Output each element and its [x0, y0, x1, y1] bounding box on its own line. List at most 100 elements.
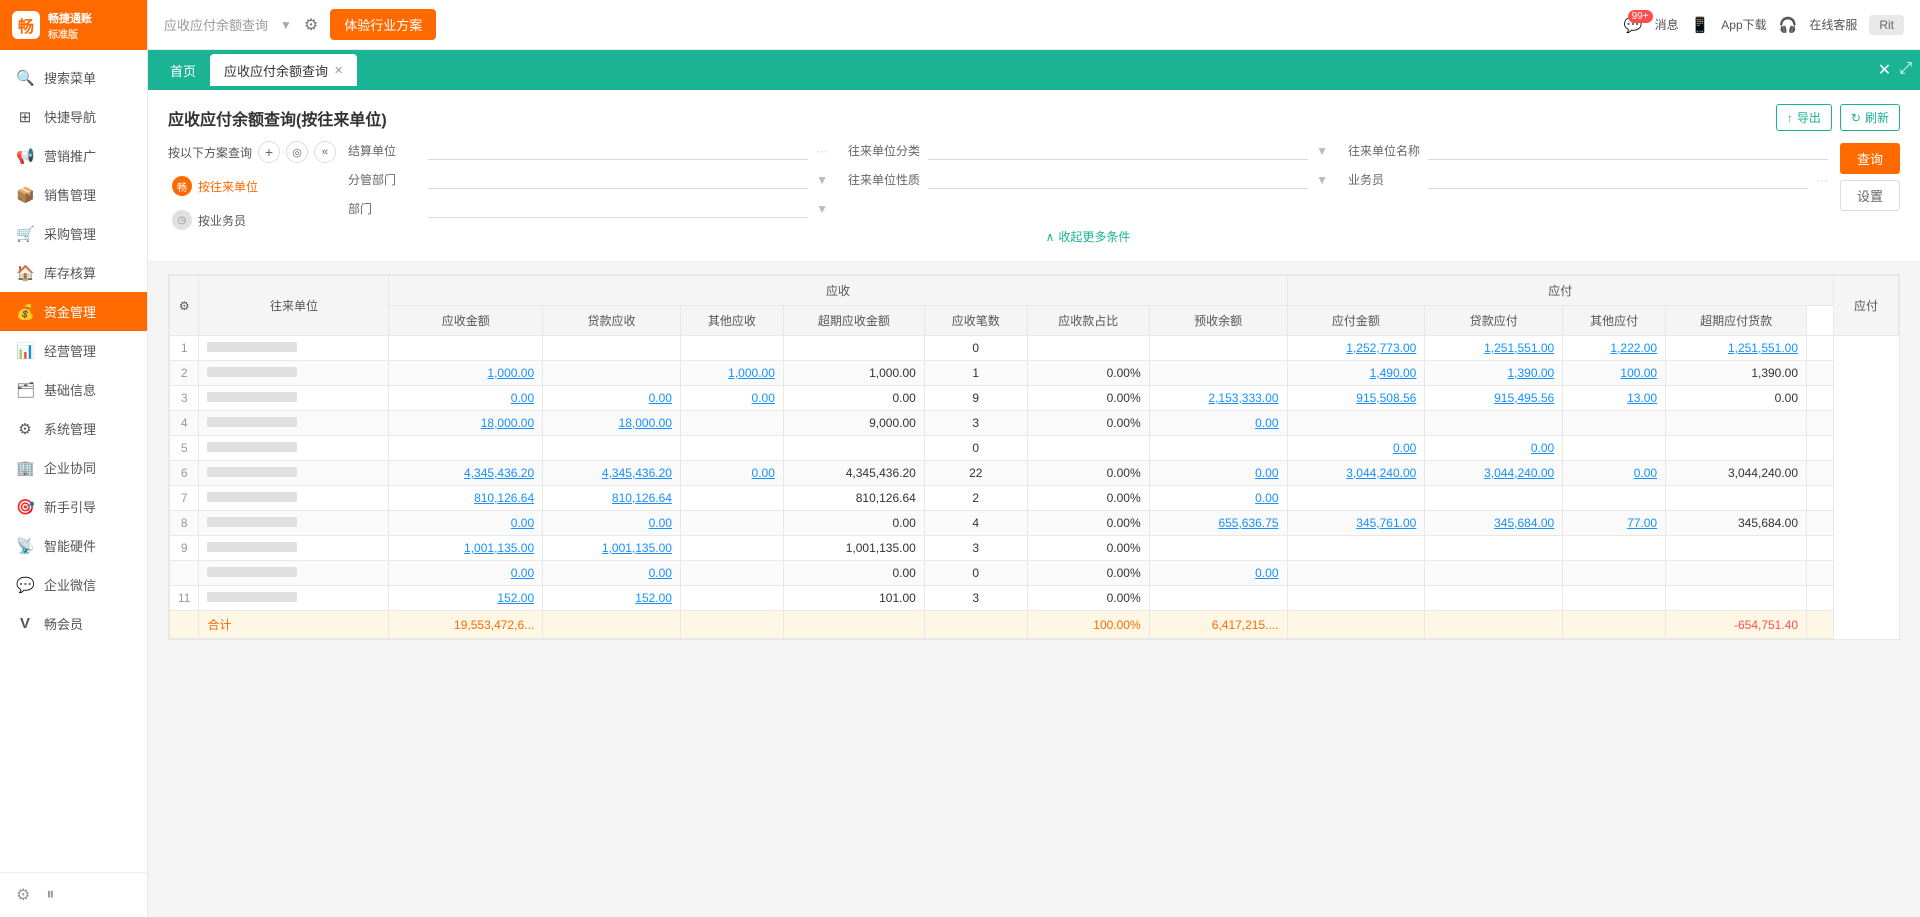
sidebar-item-hardware[interactable]: 📡 智能硬件 [0, 526, 147, 565]
settlement-unit-dots[interactable]: ··· [816, 144, 828, 158]
filter-salesperson: 业务员 ··· [1348, 170, 1828, 189]
query-option-by-unit[interactable]: 畅 按往来单位 [168, 171, 336, 201]
query-buttons: 查询 设置 [1840, 141, 1900, 211]
unit-nature-arrow-icon[interactable]: ▼ [1316, 173, 1328, 187]
row-ap-loan-9 [1425, 536, 1563, 561]
tab-home[interactable]: 首页 [156, 54, 210, 86]
topbar-dropdown-icon[interactable]: ▼ [280, 18, 292, 32]
topbar-gear-icon[interactable]: ⚙ [304, 15, 318, 35]
sidebar-item-member[interactable]: V 畅会员 [0, 604, 147, 643]
row-unit-10 [199, 561, 389, 586]
sidebar-menu: 🔍 搜索菜单 ⊞ 快捷导航 📢 营销推广 📦 销售管理 🛒 采购管理 🏠 库存核… [0, 50, 147, 872]
filter-add-button[interactable]: + [258, 141, 280, 163]
salesperson-input[interactable] [1428, 170, 1808, 189]
filter-collapse-button[interactable]: « [314, 141, 336, 163]
row-unit-6 [199, 461, 389, 486]
row-ap-other-8: 77.00 [1563, 511, 1666, 536]
row-ar-count-5: 0 [924, 436, 1027, 461]
collapse-sidebar-icon[interactable]: ⏸ [46, 886, 54, 904]
row-ap-other-11 [1563, 586, 1666, 611]
sidebar-item-marketing[interactable]: 📢 营销推广 [0, 136, 147, 175]
main-area: 应收应付余额查询 ▼ ⚙ 体验行业方案 💬 99+ 消息 📱 App下载 🎧 在… [148, 0, 1920, 917]
sidebar-item-guide[interactable]: 🎯 新手引导 [0, 487, 147, 526]
row-ar-amount-7: 810,126.64 [389, 486, 543, 511]
dept-supervisor-arrow-icon[interactable]: ▼ [816, 173, 828, 187]
sidebar-item-search[interactable]: 🔍 搜索菜单 [0, 58, 147, 97]
export-button[interactable]: ↑ 导出 [1776, 104, 1832, 131]
row-ap-amount-3: 915,508.56 [1287, 386, 1425, 411]
logo-text: 畅捷通账 标准版 [48, 10, 92, 41]
unit-category-input[interactable] [928, 141, 1308, 160]
footer-label: 合计 [199, 611, 389, 639]
row-ar-loan-1 [543, 336, 681, 361]
row-ar-count-1: 0 [924, 336, 1027, 361]
row-ap-other-6: 0.00 [1563, 461, 1666, 486]
refresh-icon: ↻ [1851, 111, 1861, 125]
sidebar-item-operations[interactable]: 📊 经营管理 [0, 331, 147, 370]
settings-bottom-icon[interactable]: ⚙ [16, 885, 30, 905]
sidebar-item-base[interactable]: 🗂 基础信息 [0, 370, 147, 409]
row-ar-ratio-6: 0.00% [1027, 461, 1149, 486]
tab-maximize-button[interactable]: ⤢ [1899, 60, 1912, 80]
nav-icon: ⊞ [16, 108, 34, 126]
plan-button[interactable]: 体验行业方案 [330, 9, 436, 40]
filter-setting-button[interactable]: ◎ [286, 141, 308, 163]
app-download-label[interactable]: App下载 [1721, 16, 1766, 33]
dept-supervisor-input[interactable] [428, 170, 808, 189]
sidebar-item-capital[interactable]: 💰 资金管理 [0, 292, 147, 331]
filter-label: 按以下方案查询 [168, 144, 252, 161]
salesperson-label: 业务员 [1348, 171, 1420, 188]
sidebar-item-inventory[interactable]: 🏠 库存核算 [0, 253, 147, 292]
sidebar-item-corp[interactable]: 🏢 企业协同 [0, 448, 147, 487]
dept-arrow-icon[interactable]: ▼ [816, 202, 828, 216]
col-ap2-header: 应付 [1833, 276, 1898, 336]
row-ap-overdue-4 [1666, 411, 1807, 436]
sidebar-item-system[interactable]: ⚙ 系统管理 [0, 409, 147, 448]
collapse-more-conditions[interactable]: ∧ 收起更多条件 [348, 224, 1828, 249]
row-ar-amount-2: 1,000.00 [389, 361, 543, 386]
row-ap-loan-4 [1425, 411, 1563, 436]
row-ap-overdue-11 [1666, 586, 1807, 611]
tab-close-icon[interactable]: ✕ [334, 64, 343, 77]
salesperson-dots[interactable]: ··· [1816, 173, 1828, 187]
row-ar-amount-9: 1,001,135.00 [389, 536, 543, 561]
unit-nature-input[interactable] [928, 170, 1308, 189]
dept-input[interactable] [428, 199, 808, 218]
settlement-unit-input[interactable] [428, 141, 808, 160]
unit-name-label: 往来单位名称 [1348, 142, 1420, 159]
row-ap-overdue-6: 3,044,240.00 [1666, 461, 1807, 486]
query-button[interactable]: 查询 [1840, 143, 1900, 174]
service-icon[interactable]: 🎧 [1779, 16, 1798, 34]
row-prepay-1 [1149, 336, 1287, 361]
row-ar-count-2: 1 [924, 361, 1027, 386]
col-gear-header[interactable]: ⚙ [170, 276, 199, 336]
row-num-8: 8 [170, 511, 199, 536]
message-label: 消息 [1655, 16, 1679, 33]
sidebar-item-nav[interactable]: ⊞ 快捷导航 [0, 97, 147, 136]
message-button[interactable]: 💬 99+ [1624, 16, 1643, 34]
tab-ar-ap[interactable]: 应收应付余额查询 ✕ [210, 54, 357, 86]
unit-category-arrow-icon[interactable]: ▼ [1316, 144, 1328, 158]
service-label[interactable]: 在线客服 [1809, 16, 1857, 33]
sidebar-item-purchase[interactable]: 🛒 采购管理 [0, 214, 147, 253]
unit-name-input[interactable] [1428, 141, 1828, 160]
row-prepay-3: 2,153,333.00 [1149, 386, 1287, 411]
tab-close-button[interactable]: ✕ [1878, 60, 1891, 80]
row-prepay-6: 0.00 [1149, 461, 1287, 486]
topbar-user[interactable]: Rit [1869, 15, 1904, 35]
row-ar-other-8 [680, 511, 783, 536]
refresh-button[interactable]: ↻ 刷新 [1840, 104, 1900, 131]
member-icon: V [16, 615, 34, 632]
filter-dept: 部门 ▼ [348, 199, 828, 218]
sidebar-item-wechat[interactable]: 💬 企业微信 [0, 565, 147, 604]
row-num-1: 1 [170, 336, 199, 361]
row-ar-ratio-10: 0.00% [1027, 561, 1149, 586]
content-area: 应收应付余额查询(按往来单位) ↑ 导出 ↻ 刷新 按 [148, 90, 1920, 917]
row-ap-amount-2: 1,490.00 [1287, 361, 1425, 386]
table-row: 3 0.00 0.00 0.00 0.00 9 0.00% 2,153,333.… [170, 386, 1899, 411]
row-ap2-4 [1807, 411, 1834, 436]
app-download-icon[interactable]: 📱 [1691, 16, 1710, 34]
setting-button[interactable]: 设置 [1840, 180, 1900, 211]
sidebar-item-sales[interactable]: 📦 销售管理 [0, 175, 147, 214]
query-option-by-salesperson[interactable]: ◷ 按业务员 [168, 205, 336, 235]
